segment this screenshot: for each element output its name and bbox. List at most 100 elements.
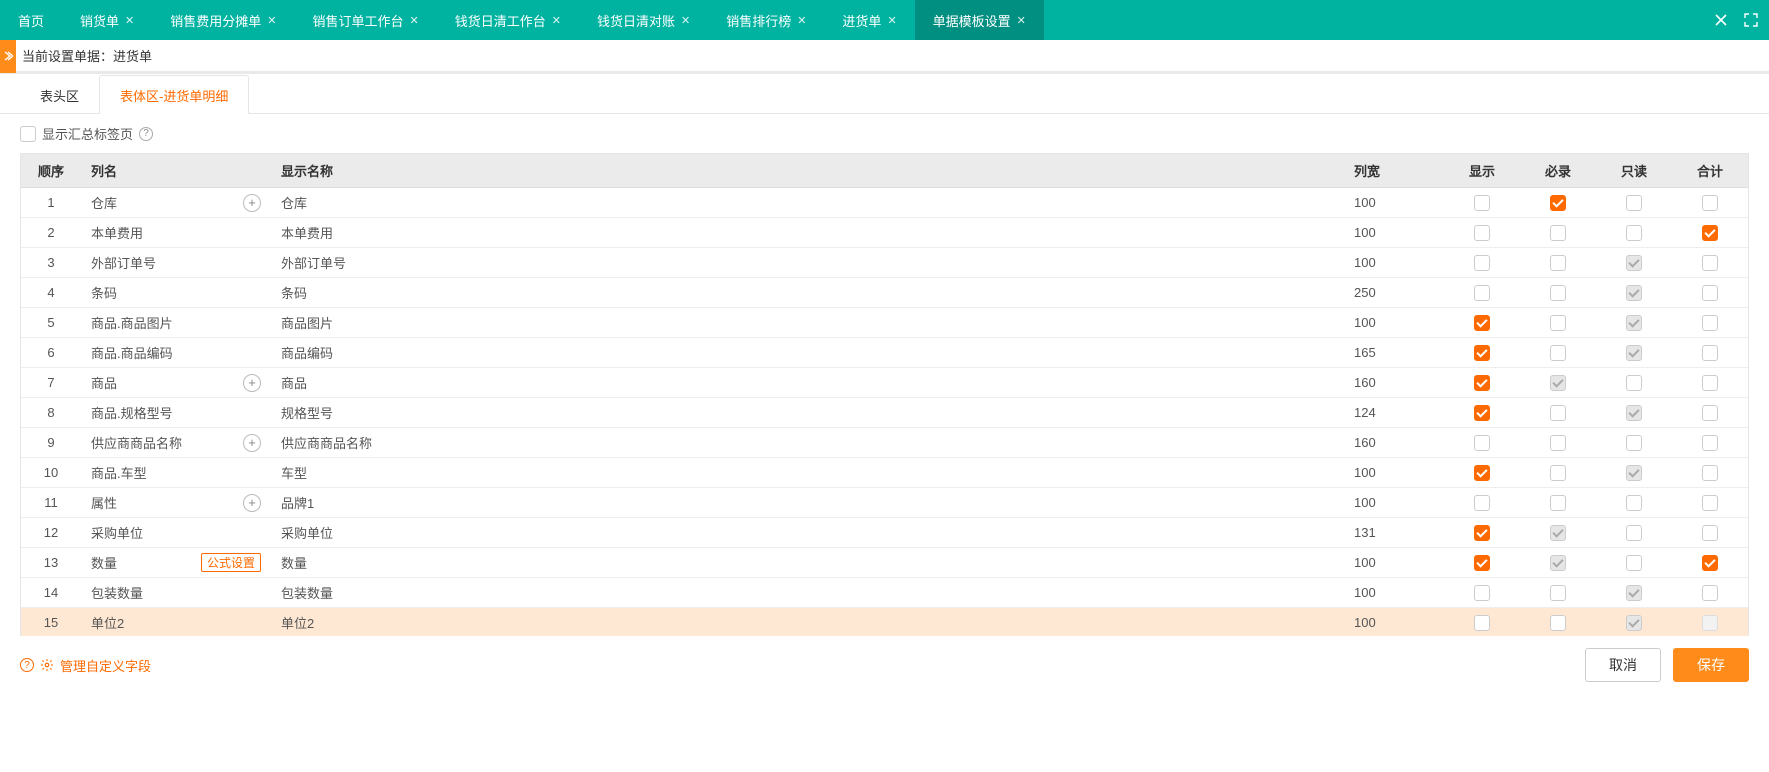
table-row[interactable]: 12采购单位采购单位131: [21, 518, 1748, 548]
checkbox-show[interactable]: [1474, 525, 1490, 541]
checkbox-show[interactable]: [1474, 585, 1490, 601]
cell-display-name[interactable]: 仓库: [271, 188, 1344, 217]
checkbox-required[interactable]: [1550, 255, 1566, 271]
checkbox-total[interactable]: [1702, 585, 1718, 601]
context-chevron-icon[interactable]: [0, 39, 16, 73]
cell-width[interactable]: 250: [1344, 278, 1444, 307]
checkbox-total[interactable]: [1702, 405, 1718, 421]
fullscreen-icon[interactable]: [1743, 12, 1759, 28]
cell-display-name[interactable]: 供应商商品名称: [271, 428, 1344, 457]
checkbox-required[interactable]: [1550, 285, 1566, 301]
checkbox-show[interactable]: [1474, 285, 1490, 301]
cell-display-name[interactable]: 条码: [271, 278, 1344, 307]
table-row[interactable]: 8商品.规格型号规格型号124: [21, 398, 1748, 428]
checkbox-total[interactable]: [1702, 255, 1718, 271]
checkbox-show[interactable]: [1474, 225, 1490, 241]
checkbox-readonly[interactable]: [1626, 435, 1642, 451]
checkbox-required[interactable]: [1550, 585, 1566, 601]
top-tab-0[interactable]: 首页: [0, 0, 62, 40]
checkbox-readonly[interactable]: [1626, 195, 1642, 211]
checkbox-required[interactable]: [1550, 405, 1566, 421]
checkbox-readonly[interactable]: [1626, 375, 1642, 391]
cell-display-name[interactable]: 品牌1: [271, 488, 1344, 517]
cell-display-name[interactable]: 规格型号: [271, 398, 1344, 427]
cell-width[interactable]: 124: [1344, 398, 1444, 427]
cell-display-name[interactable]: 商品: [271, 368, 1344, 397]
top-tab-3[interactable]: 销售订单工作台✕: [294, 0, 436, 40]
close-icon[interactable]: ✕: [681, 14, 690, 27]
cell-display-name[interactable]: 采购单位: [271, 518, 1344, 547]
checkbox-total[interactable]: [1702, 525, 1718, 541]
formula-tag[interactable]: 公式设置: [201, 553, 261, 572]
table-row[interactable]: 7商品+商品160: [21, 368, 1748, 398]
checkbox-show[interactable]: [1474, 465, 1490, 481]
top-tab-4[interactable]: 钱货日清工作台✕: [437, 0, 579, 40]
cell-display-name[interactable]: 车型: [271, 458, 1344, 487]
checkbox-total[interactable]: [1702, 315, 1718, 331]
table-row[interactable]: 4条码条码250: [21, 278, 1748, 308]
table-row[interactable]: 5商品.商品图片商品图片100: [21, 308, 1748, 338]
cell-display-name[interactable]: 包装数量: [271, 578, 1344, 607]
cell-width[interactable]: 100: [1344, 248, 1444, 277]
close-icon[interactable]: ✕: [267, 14, 276, 27]
close-all-icon[interactable]: [1713, 12, 1729, 28]
checkbox-required[interactable]: [1550, 435, 1566, 451]
cell-display-name[interactable]: 商品图片: [271, 308, 1344, 337]
cell-width[interactable]: 100: [1344, 578, 1444, 607]
table-row[interactable]: 10商品.车型车型100: [21, 458, 1748, 488]
checkbox-total[interactable]: [1702, 465, 1718, 481]
top-tab-7[interactable]: 进货单✕: [824, 0, 914, 40]
checkbox-show[interactable]: [1474, 615, 1490, 631]
checkbox-readonly[interactable]: [1626, 555, 1642, 571]
checkbox-total[interactable]: [1702, 225, 1718, 241]
add-icon[interactable]: +: [243, 434, 261, 452]
checkbox-required[interactable]: [1550, 225, 1566, 241]
checkbox-show[interactable]: [1474, 435, 1490, 451]
checkbox-total[interactable]: [1702, 285, 1718, 301]
cell-display-name[interactable]: 外部订单号: [271, 248, 1344, 277]
top-tab-5[interactable]: 钱货日清对账✕: [579, 0, 708, 40]
checkbox-show[interactable]: [1474, 315, 1490, 331]
add-icon[interactable]: +: [243, 374, 261, 392]
checkbox-show[interactable]: [1474, 255, 1490, 271]
checkbox-readonly[interactable]: [1626, 495, 1642, 511]
checkbox-readonly[interactable]: [1626, 225, 1642, 241]
checkbox-total[interactable]: [1702, 195, 1718, 211]
checkbox-show[interactable]: [1474, 375, 1490, 391]
cell-display-name[interactable]: 数量: [271, 548, 1344, 577]
close-icon[interactable]: ✕: [410, 14, 419, 27]
checkbox-show[interactable]: [1474, 195, 1490, 211]
close-icon[interactable]: ✕: [887, 14, 896, 27]
checkbox-required[interactable]: [1550, 465, 1566, 481]
checkbox-required[interactable]: [1550, 195, 1566, 211]
checkbox-show[interactable]: [1474, 405, 1490, 421]
cell-width[interactable]: 160: [1344, 428, 1444, 457]
cancel-button[interactable]: 取消: [1585, 648, 1661, 682]
top-tab-1[interactable]: 销货单✕: [62, 0, 152, 40]
checkbox-required[interactable]: [1550, 345, 1566, 361]
checkbox-show[interactable]: [1474, 345, 1490, 361]
cell-width[interactable]: 100: [1344, 218, 1444, 247]
close-icon[interactable]: ✕: [1017, 14, 1026, 27]
cell-width[interactable]: 100: [1344, 548, 1444, 577]
checkbox-total[interactable]: [1702, 435, 1718, 451]
table-row[interactable]: 14包装数量包装数量100: [21, 578, 1748, 608]
close-icon[interactable]: ✕: [125, 14, 134, 27]
checkbox-show[interactable]: [1474, 495, 1490, 511]
manage-custom-fields-link[interactable]: 管理自定义字段: [60, 656, 151, 675]
cell-width[interactable]: 131: [1344, 518, 1444, 547]
table-row[interactable]: 11属性+品牌1100: [21, 488, 1748, 518]
show-summary-checkbox[interactable]: [20, 126, 36, 142]
save-button[interactable]: 保存: [1673, 648, 1749, 682]
checkbox-required[interactable]: [1550, 315, 1566, 331]
footer-help-icon[interactable]: ?: [20, 658, 34, 672]
checkbox-total[interactable]: [1702, 345, 1718, 361]
add-icon[interactable]: +: [243, 494, 261, 512]
cell-width[interactable]: 160: [1344, 368, 1444, 397]
checkbox-total[interactable]: [1702, 555, 1718, 571]
cell-width[interactable]: 100: [1344, 608, 1444, 636]
help-icon[interactable]: ?: [139, 127, 153, 141]
cell-width[interactable]: 100: [1344, 488, 1444, 517]
cell-display-name[interactable]: 单位2: [271, 608, 1344, 636]
checkbox-required[interactable]: [1550, 495, 1566, 511]
